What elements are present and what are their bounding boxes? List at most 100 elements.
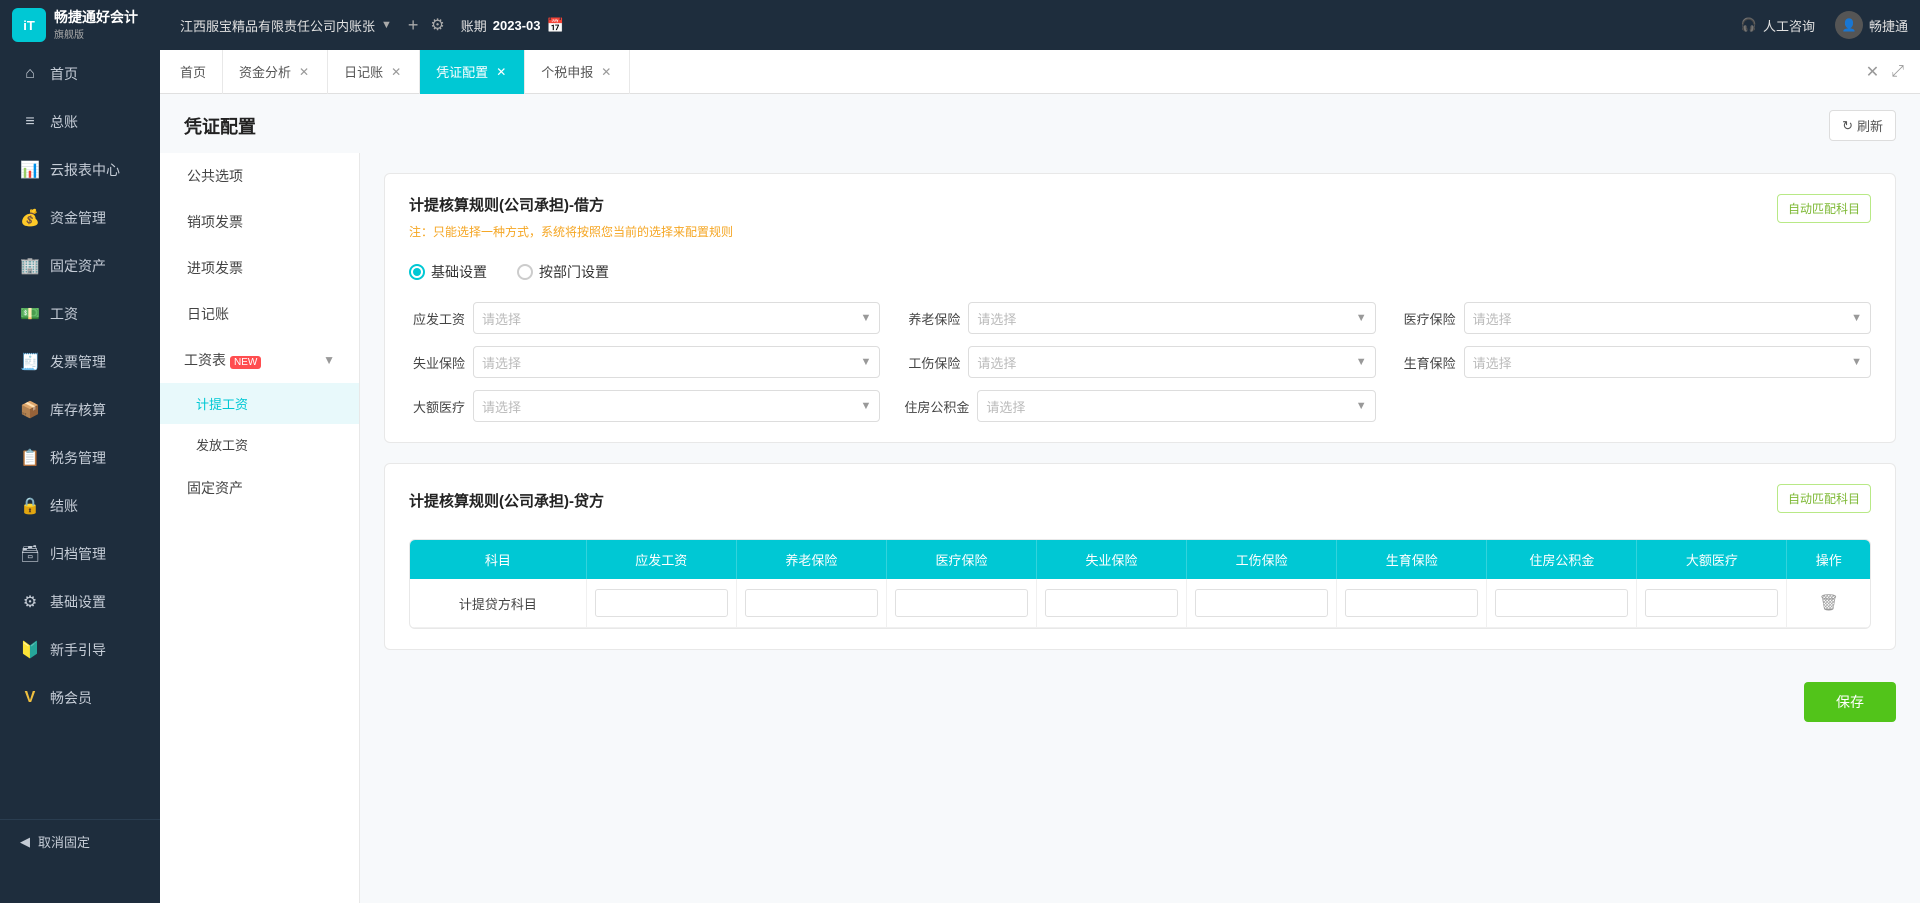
sidebar-item-payroll[interactable]: 💵 工资 xyxy=(0,290,160,338)
tab-bar: 首页 资金分析 ✕ 日记账 ✕ 凭证配置 ✕ 个税申报 ✕ ✕ ⤢ xyxy=(160,50,1920,94)
row-housing-cell[interactable] xyxy=(1487,579,1637,627)
maternity-select[interactable]: 请选择 ▼ xyxy=(1464,346,1871,378)
tab-home[interactable]: 首页 xyxy=(164,50,223,94)
credit-table: 科目 应发工资 养老保险 医疗保险 失业保险 工伤保险 生育保险 住房公积金 大… xyxy=(409,539,1871,629)
credit-auto-match-button[interactable]: 自动匹配科目 xyxy=(1777,484,1871,513)
left-nav-sales[interactable]: 销项发票 xyxy=(160,199,359,245)
row-pension-cell[interactable] xyxy=(737,579,887,627)
row-large-medical-input[interactable] xyxy=(1645,589,1778,617)
medical-select[interactable]: 请选择 ▼ xyxy=(1464,302,1871,334)
housing-fund-select[interactable]: 请选择 ▼ xyxy=(977,390,1375,422)
tab-tax[interactable]: 个税申报 ✕ xyxy=(525,50,630,94)
tab-journal-close[interactable]: ✕ xyxy=(389,63,403,81)
salary-select-arrow: ▼ xyxy=(860,312,871,324)
row-housing-input[interactable] xyxy=(1495,589,1628,617)
sidebar-item-closing[interactable]: 🔒 结账 xyxy=(0,482,160,530)
service-button[interactable]: 🎧 人工咨询 xyxy=(1741,16,1815,35)
row-injury-cell[interactable] xyxy=(1187,579,1337,627)
sidebar-item-fixed-assets[interactable]: 🏢 固定资产 xyxy=(0,242,160,290)
injury-select[interactable]: 请选择 ▼ xyxy=(968,346,1375,378)
sidebar-item-inventory[interactable]: 📦 库存核算 xyxy=(0,386,160,434)
tab-journal[interactable]: 日记账 ✕ xyxy=(328,50,420,94)
row-maternity-cell[interactable] xyxy=(1337,579,1487,627)
salary-select[interactable]: 请选择 ▼ xyxy=(473,302,880,334)
sidebar-item-ledger[interactable]: ≡ 总账 xyxy=(0,98,160,146)
refresh-button[interactable]: ↻ 刷新 xyxy=(1829,110,1896,141)
save-button[interactable]: 保存 xyxy=(1804,682,1896,722)
tab-tax-close[interactable]: ✕ xyxy=(599,63,613,81)
row-injury-input[interactable] xyxy=(1195,589,1328,617)
row-pension-input[interactable] xyxy=(745,589,878,617)
tab-voucher-close[interactable]: ✕ xyxy=(494,63,508,81)
sidebar-item-label: 归档管理 xyxy=(50,544,106,564)
tab-fund[interactable]: 资金分析 ✕ xyxy=(223,50,328,94)
sidebar-item-settings[interactable]: ⚙ 基础设置 xyxy=(0,578,160,626)
large-medical-select[interactable]: 请选择 ▼ xyxy=(473,390,880,422)
sidebar-item-fund[interactable]: 💰 资金管理 xyxy=(0,194,160,242)
credit-section-title: 计提核算规则(公司承担)-贷方 xyxy=(409,490,604,511)
add-button[interactable]: + xyxy=(408,15,419,36)
left-nav-fixed-assets[interactable]: 固定资产 xyxy=(160,465,359,511)
calendar-icon[interactable]: 📅 xyxy=(547,17,564,34)
tab-close-all-icon[interactable]: ✕ xyxy=(1866,62,1879,82)
avatar: 👤 xyxy=(1835,11,1863,39)
user-menu[interactable]: 👤 畅捷通 xyxy=(1835,11,1908,39)
vip-icon: V xyxy=(20,689,40,707)
new-badge: NEW xyxy=(230,356,261,369)
row-op-cell[interactable]: 🗑 xyxy=(1787,579,1870,627)
sidebar-item-reports[interactable]: 📊 云报表中心 xyxy=(0,146,160,194)
fixed-assets-icon: 🏢 xyxy=(20,256,40,276)
sidebar-item-guide[interactable]: 🔰 新手引导 xyxy=(0,626,160,674)
sidebar-item-tax[interactable]: 📋 税务管理 xyxy=(0,434,160,482)
left-nav-journal[interactable]: 日记账 xyxy=(160,291,359,337)
sidebar-item-archive[interactable]: 🗃 归档管理 xyxy=(0,530,160,578)
col-housing: 住房公积金 xyxy=(1487,540,1637,579)
row-unemployment-input[interactable] xyxy=(1045,589,1178,617)
period-value: 2023-03 xyxy=(493,18,541,33)
radio-dept-label: 按部门设置 xyxy=(539,262,609,282)
maternity-select-arrow: ▼ xyxy=(1851,356,1862,368)
debit-auto-match-button[interactable]: 自动匹配科目 xyxy=(1777,194,1871,223)
radio-basic-circle xyxy=(409,264,425,280)
fund-icon: 💰 xyxy=(20,208,40,228)
sidebar-item-vip[interactable]: V 畅会员 xyxy=(0,674,160,722)
unemployment-select[interactable]: 请选择 ▼ xyxy=(473,346,880,378)
unemployment-select-arrow: ▼ xyxy=(860,356,871,368)
pension-label: 养老保险 xyxy=(904,309,960,328)
app-edition: 旗舰版 xyxy=(54,26,138,41)
table-row: 计提贷方科目 xyxy=(410,579,1870,628)
debit-section-note: 注：只能选择一种方式，系统将按照您当前的选择来配置规则 xyxy=(409,223,733,240)
left-nav-payroll-sub[interactable]: 发放工资 xyxy=(160,424,359,465)
left-nav-public[interactable]: 公共选项 xyxy=(160,153,359,199)
tab-home-label: 首页 xyxy=(180,62,206,81)
row-salary-cell[interactable] xyxy=(587,579,737,627)
row-maternity-input[interactable] xyxy=(1345,589,1478,617)
delete-row-icon[interactable]: 🗑 xyxy=(1819,593,1839,613)
company-selector[interactable]: 江西服宝精品有限责任公司内账张 ▼ xyxy=(180,16,392,35)
pension-select[interactable]: 请选择 ▼ xyxy=(968,302,1375,334)
row-salary-input[interactable] xyxy=(595,589,728,617)
left-nav-accrual[interactable]: 计提工资 xyxy=(160,383,359,424)
col-medical: 医疗保险 xyxy=(887,540,1037,579)
radio-basic[interactable]: 基础设置 xyxy=(409,262,487,282)
row-medical-cell[interactable] xyxy=(887,579,1037,627)
period-selector[interactable]: 账期 2023-03 📅 xyxy=(461,16,564,35)
sidebar-item-home[interactable]: ⌂ 首页 xyxy=(0,50,160,98)
invoice-icon: 🧾 xyxy=(20,352,40,372)
sidebar-item-label: 工资 xyxy=(50,304,78,324)
radio-dept[interactable]: 按部门设置 xyxy=(517,262,609,282)
left-nav-purchase[interactable]: 进项发票 xyxy=(160,245,359,291)
tab-fund-close[interactable]: ✕ xyxy=(297,63,311,81)
row-medical-input[interactable] xyxy=(895,589,1028,617)
tab-expand-icon[interactable]: ⤢ xyxy=(1891,63,1904,81)
cancel-fixed-icon: ◀ xyxy=(20,834,30,850)
row-large-medical-cell[interactable] xyxy=(1637,579,1787,627)
tab-voucher[interactable]: 凭证配置 ✕ xyxy=(420,50,525,94)
cancel-fixed-button[interactable]: ◀ 取消固定 xyxy=(0,819,160,863)
sidebar-item-invoice[interactable]: 🧾 发票管理 xyxy=(0,338,160,386)
left-nav-payroll-group[interactable]: 工资表NEW ▼ xyxy=(160,337,359,383)
settings-icon[interactable]: ⚙ xyxy=(430,15,444,35)
table-header: 科目 应发工资 养老保险 医疗保险 失业保险 工伤保险 生育保险 住房公积金 大… xyxy=(410,540,1870,579)
app-name: 畅捷通好会计 xyxy=(54,9,138,26)
row-unemployment-cell[interactable] xyxy=(1037,579,1187,627)
